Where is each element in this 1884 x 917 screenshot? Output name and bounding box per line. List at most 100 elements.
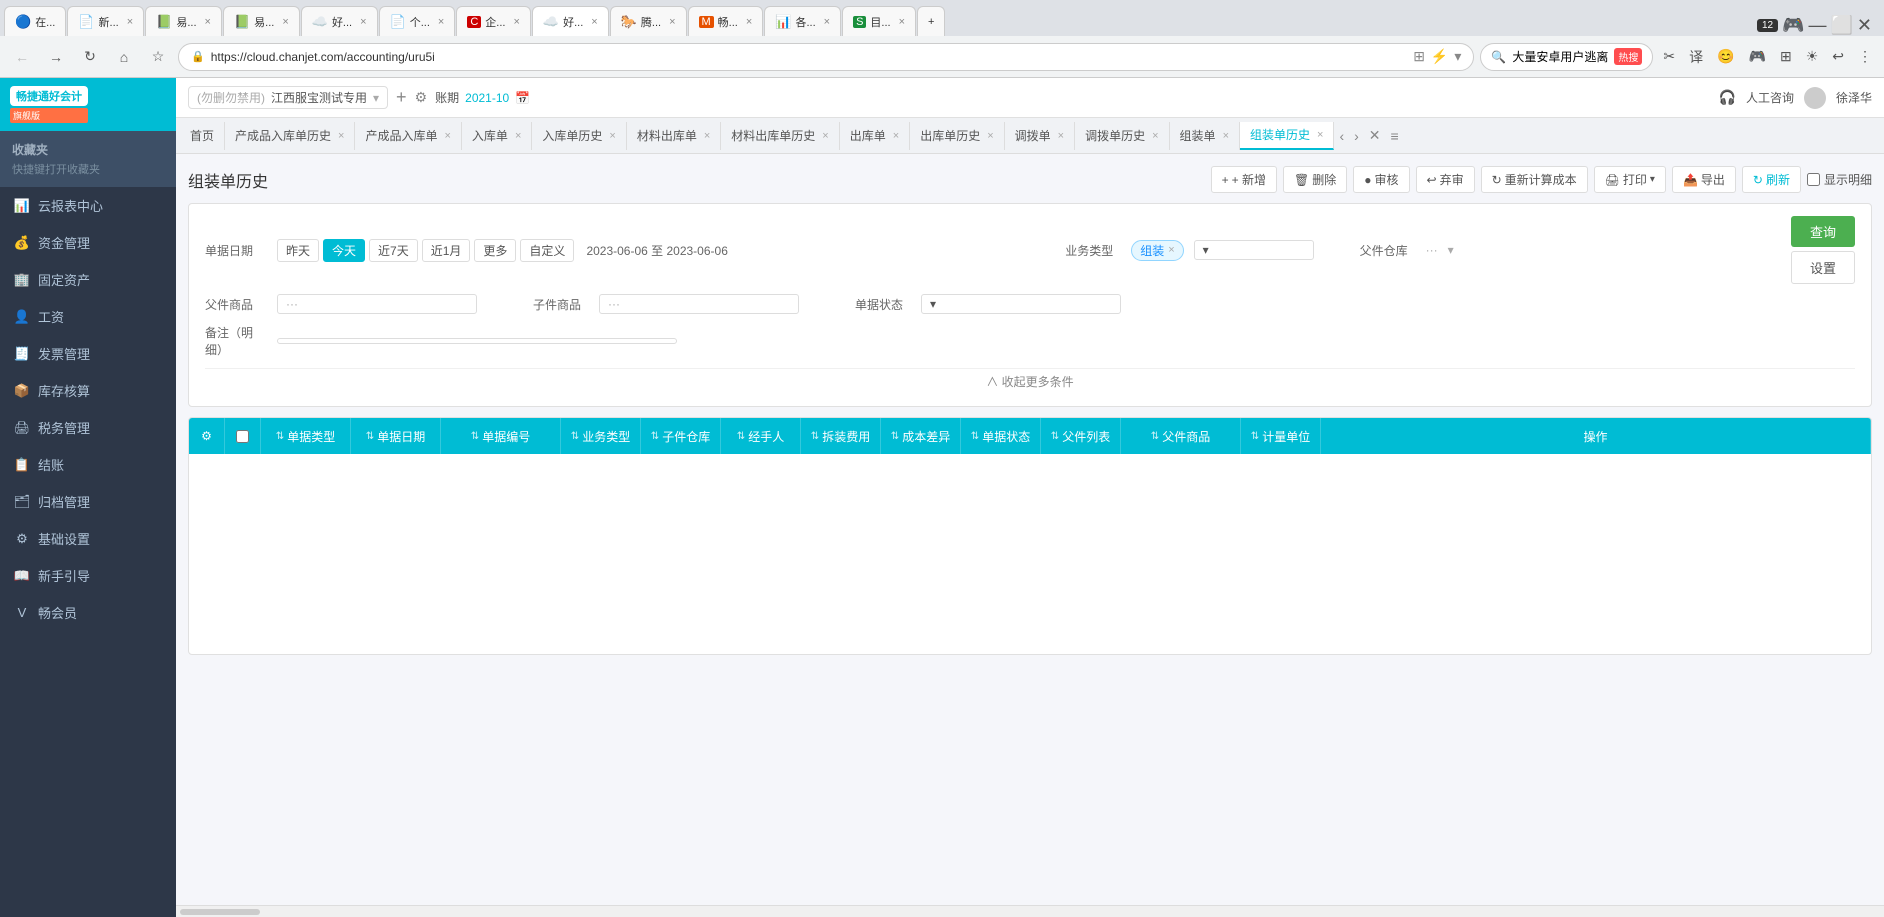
export-button[interactable]: 📤 导出 — [1672, 166, 1736, 193]
tab-close-6[interactable]: × — [438, 16, 444, 28]
tab-produce-in[interactable]: 产成品入库单 × — [355, 122, 461, 150]
tab-close-assemble[interactable]: × — [1058, 130, 1064, 142]
date-btn-more[interactable]: 更多 — [474, 239, 516, 262]
browser-tab-1[interactable]: 🔵 在... — [4, 6, 66, 36]
address-bar[interactable]: 🔒 https://cloud.chanjet.com/accounting/u… — [178, 43, 1474, 71]
browser-tab-7[interactable]: C 企... × — [456, 6, 531, 36]
bill-status-select[interactable]: ▾ — [921, 294, 1121, 314]
browser-tab-8[interactable]: ☁️ 好... × — [532, 6, 609, 36]
browser-tab-3[interactable]: 📗 易... × — [145, 6, 222, 36]
undo-icon[interactable]: ↩ — [1828, 45, 1848, 69]
sidebar-item-funds[interactable]: 💰 资金管理 — [0, 224, 176, 261]
tab-close-material-out[interactable]: × — [704, 130, 710, 142]
th-bill-status[interactable]: ⇅ 单据状态 — [961, 418, 1041, 454]
audit-button[interactable]: ● 审核 — [1353, 166, 1409, 193]
forward-button[interactable]: → — [42, 43, 70, 71]
scrollbar-thumb[interactable] — [180, 909, 260, 915]
tab-assemble[interactable]: 调拨单 × — [1005, 122, 1075, 150]
tab-close-out-bill[interactable]: × — [893, 130, 899, 142]
user-name[interactable]: 徐泽华 — [1836, 89, 1872, 106]
th-cost-diff[interactable]: ⇅ 成本差异 — [881, 418, 961, 454]
tab-close-in-history[interactable]: × — [609, 130, 615, 142]
recalculate-button[interactable]: ↻ 重新计算成本 — [1481, 166, 1588, 193]
parent-goods-more[interactable]: ··· — [286, 297, 298, 311]
grid-icon[interactable]: ⊞ — [1776, 45, 1796, 69]
tab-close-out-history[interactable]: × — [987, 130, 993, 142]
print-dropdown-icon[interactable]: ▾ — [1650, 174, 1655, 185]
tab-bundle[interactable]: 组装单 × — [1170, 122, 1240, 150]
bookmark-button[interactable]: ☆ — [144, 43, 172, 71]
biz-type-tag-remove[interactable]: × — [1168, 244, 1174, 256]
child-goods-more[interactable]: ··· — [608, 297, 620, 311]
th-handler[interactable]: ⇅ 经手人 — [721, 418, 801, 454]
date-btn-today[interactable]: 今天 — [323, 239, 365, 262]
home-button[interactable]: ⌂ — [110, 43, 138, 71]
help-label[interactable]: 人工咨询 — [1746, 89, 1794, 106]
tab-close-all-button[interactable]: ≡ — [1386, 126, 1404, 146]
tab-close-assemble-history[interactable]: × — [1152, 130, 1158, 142]
tab-bundle-history[interactable]: 组装单历史 × — [1240, 122, 1334, 150]
browser-tab-10[interactable]: M 畅... × — [688, 6, 764, 36]
sidebar-favorites[interactable]: 收藏夹 快捷键打开收藏夹 — [0, 131, 176, 187]
tab-close-bundle-history[interactable]: × — [1317, 129, 1323, 141]
tab-close-7[interactable]: × — [513, 16, 519, 28]
tab-close-4[interactable]: × — [282, 16, 288, 28]
sidebar-item-assets[interactable]: 🏢 固定资产 — [0, 261, 176, 298]
biz-type-select[interactable]: ▾ — [1194, 240, 1314, 260]
tab-close-2[interactable]: × — [127, 16, 133, 28]
parent-warehouse-dropdown[interactable]: ▾ — [1448, 243, 1454, 257]
dropdown-icon[interactable]: ▾ — [1454, 48, 1461, 65]
th-parent-goods[interactable]: ⇅ 父件商品 — [1121, 418, 1241, 454]
tab-close-8[interactable]: × — [591, 16, 597, 28]
th-settings[interactable]: ⚙ — [189, 418, 225, 454]
reload-button[interactable]: ↻ — [76, 43, 104, 71]
company-settings-button[interactable]: ⚙ — [415, 89, 428, 106]
date-btn-7days[interactable]: 近7天 — [369, 239, 418, 262]
tab-produce-in-history[interactable]: 产成品入库单历史 × — [225, 122, 355, 150]
date-btn-1month[interactable]: 近1月 — [422, 239, 471, 262]
show-detail-checkbox[interactable] — [1807, 173, 1820, 186]
sidebar-item-salary[interactable]: 👤 工资 — [0, 298, 176, 335]
collapse-bar[interactable]: ∧ 收起更多条件 — [205, 368, 1855, 394]
browser-tab-2[interactable]: 📄 新... × — [67, 6, 144, 36]
remark-input[interactable] — [277, 338, 677, 344]
sidebar-item-settings[interactable]: ⚙ 基础设置 — [0, 520, 176, 557]
game-icon[interactable]: 🎮 — [1745, 45, 1770, 69]
tabs-next-button[interactable]: › — [1349, 126, 1364, 146]
emoji-icon[interactable]: 😊 — [1713, 45, 1738, 69]
browser-tab-11[interactable]: 📊 各... × — [764, 6, 841, 36]
child-goods-input[interactable]: ··· — [599, 294, 799, 314]
tab-close-12[interactable]: × — [899, 16, 905, 28]
sidebar-item-member[interactable]: V 畅会员 — [0, 594, 176, 631]
horizontal-scrollbar[interactable] — [176, 905, 1884, 917]
lightning-icon[interactable]: ⚡ — [1431, 48, 1448, 65]
tab-close-11[interactable]: × — [824, 16, 830, 28]
tab-close-bundle[interactable]: × — [1223, 130, 1229, 142]
tab-close-in-bill[interactable]: × — [515, 130, 521, 142]
more-icon[interactable]: ⋮ — [1854, 45, 1876, 69]
browser-tab-5[interactable]: ☁️ 好... × — [301, 6, 378, 36]
sidebar-item-tax[interactable]: 🖨 税务管理 — [0, 409, 176, 446]
new-tab-button[interactable]: + — [917, 6, 945, 36]
select-all-checkbox[interactable] — [236, 430, 249, 443]
abandon-button[interactable]: ↩ 弃审 — [1416, 166, 1475, 193]
show-detail-label[interactable]: 显示明细 — [1807, 171, 1872, 188]
sidebar-item-close[interactable]: 📋 结账 — [0, 446, 176, 483]
filter-settings-button[interactable]: 设置 — [1791, 251, 1855, 284]
sidebar-item-inventory[interactable]: 📦 库存核算 — [0, 372, 176, 409]
th-unit[interactable]: ⇅ 计量单位 — [1241, 418, 1321, 454]
th-checkbox[interactable] — [225, 418, 261, 454]
scissors-icon[interactable]: ✂ — [1659, 45, 1679, 69]
tab-close-10[interactable]: × — [746, 16, 752, 28]
tab-out-history[interactable]: 出库单历史 × — [910, 122, 1004, 150]
browser-tab-9[interactable]: 🐎 腾... × — [610, 6, 687, 36]
back-button[interactable]: ← — [8, 43, 36, 71]
tab-close-produce-in-history[interactable]: × — [338, 130, 344, 142]
brightness-icon[interactable]: ☀ — [1802, 45, 1823, 69]
date-btn-custom[interactable]: 自定义 — [520, 239, 574, 262]
tab-home[interactable]: 首页 — [180, 122, 225, 150]
company-selector[interactable]: (勿删勿禁用) 江西服宝测试专用 ▾ — [188, 86, 388, 109]
parent-goods-input[interactable]: ··· — [277, 294, 477, 314]
th-biz-type[interactable]: ⇅ 业务类型 — [561, 418, 641, 454]
add-button[interactable]: + + 新增 — [1211, 166, 1277, 193]
